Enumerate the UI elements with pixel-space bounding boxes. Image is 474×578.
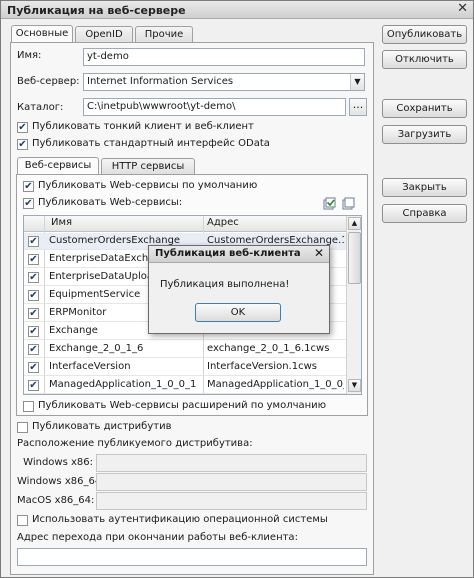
row-checkbox[interactable]: ✔ [28,254,39,265]
catalog-field[interactable]: C:\inetpub\wwwroot\yt-demo\ [83,98,346,116]
publish-ws-checkbox[interactable]: ✔ [23,198,34,209]
publish-button[interactable]: Опубликовать [382,25,467,44]
server-select[interactable]: Internet Information Services ▼ [83,73,365,91]
row-address: exchange_2_0_1_6.1cws [207,343,330,354]
win86-field[interactable] [96,454,367,472]
mac-field[interactable] [96,492,367,510]
chevron-down-icon[interactable]: ▼ [350,74,364,90]
name-field[interactable]: yt-demo [83,48,365,66]
row-checkbox[interactable]: ✔ [28,308,39,319]
default-ws-label: Публиковать Web-сервисы по умолчанию [38,180,258,191]
scroll-up-icon[interactable]: ▲ [348,217,361,230]
table-row[interactable]: ✔ Exchange_2_0_1_6 exchange_2_0_1_6.1cws [24,341,346,358]
publish-distrib-checkbox[interactable] [17,422,28,433]
dialog-close-icon[interactable]: ✕ [314,246,324,260]
tab-web-services[interactable]: Веб-сервисы [17,157,99,175]
tab-main[interactable]: Основные [11,25,73,43]
row-checkbox[interactable]: ✔ [28,362,39,373]
column-name-header[interactable]: Имя [51,217,72,228]
thin-client-checkbox[interactable]: ✔ [17,122,28,133]
window-title: Публикация на веб-сервере [7,4,186,17]
publish-distrib-label: Публиковать дистрибутив [32,421,172,432]
publish-window: Публикация на веб-сервере ✕ Основные Ope… [0,0,474,578]
extensions-ws-checkbox[interactable] [23,401,34,412]
close-icon[interactable]: ✕ [457,1,468,16]
publish-complete-dialog: Публикация веб-клиента ✕ Публикация выпо… [148,245,330,334]
scroll-thumb[interactable] [348,232,361,284]
exit-url-label: Адрес перехода при окончании работы веб-… [17,532,298,543]
mac-label: MacOS x86_64: [17,495,95,506]
tab-other[interactable]: Прочие [135,26,193,43]
check-all-icon[interactable] [323,197,336,210]
server-label: Веб-сервер: [17,76,80,87]
save-button[interactable]: Сохранить [382,99,467,118]
dialog-message: Публикация выполнена! [160,279,290,290]
browse-button[interactable]: ... [349,98,367,116]
exit-url-field[interactable] [17,548,367,566]
dialog-title: Публикация веб-клиента [155,248,301,259]
catalog-label: Каталог: [17,102,64,113]
win64-label: Windows x86_64: [17,476,105,487]
row-checkbox[interactable]: ✔ [28,272,39,283]
tab-http-services[interactable]: HTTP сервисы [101,158,195,175]
row-checkbox[interactable]: ✔ [28,344,39,355]
table-row[interactable]: ✔ ManagedApplication_1_0_0_1 ManagedAppl… [24,377,346,394]
thin-client-label: Публиковать тонкий клиент и веб-клиент [32,121,254,132]
win64-field[interactable] [96,473,367,491]
os-auth-label: Использовать аутентификацию операционной… [32,514,328,525]
help-button[interactable]: Справка [382,204,467,223]
vertical-scrollbar[interactable]: ▲ ▼ [346,216,361,394]
tab-openid[interactable]: OpenID [75,26,133,43]
scroll-down-icon[interactable]: ▼ [348,379,361,392]
row-checkbox[interactable]: ✔ [28,326,39,337]
row-name: Exchange_2_0_1_6 [49,343,144,354]
close-button[interactable]: Закрыть [382,178,467,197]
os-auth-checkbox[interactable] [17,515,28,526]
server-value: Internet Information Services [87,76,234,87]
publish-ws-label: Публиковать Web-сервисы: [38,197,183,208]
uncheck-all-icon[interactable] [342,197,355,210]
column-address-header[interactable]: Адрес [207,217,239,228]
row-name: InterfaceVersion [49,361,131,372]
title-bar: Публикация на веб-сервере ✕ [1,1,473,19]
dialog-title-bar: Публикация веб-клиента ✕ [149,246,329,263]
table-row[interactable]: ✔ InterfaceVersion InterfaceVersion.1cws [24,359,346,376]
odata-checkbox[interactable]: ✔ [17,139,28,150]
row-checkbox[interactable]: ✔ [28,380,39,391]
distrib-location-label: Расположение публикуемого дистрибутива: [17,438,253,449]
load-button[interactable]: Загрузить [382,125,467,144]
default-ws-checkbox[interactable]: ✔ [23,181,34,192]
table-header: Имя Адрес [24,216,346,232]
row-address: ManagedApplication_1_0_0_ [207,379,344,390]
row-address: InterfaceVersion.1cws [207,361,317,372]
row-checkbox[interactable]: ✔ [28,290,39,301]
win86-label: Windows x86: [23,457,93,468]
unpublish-button[interactable]: Отключить [382,50,467,69]
name-label: Имя: [17,50,42,61]
extensions-ws-label: Публиковать Web-сервисы расширений по ум… [38,400,327,411]
ok-button[interactable]: OK [195,303,281,322]
odata-label: Публиковать стандартный интерфейс OData [32,138,270,149]
row-checkbox[interactable]: ✔ [28,236,39,247]
row-name: ManagedApplication_1_0_0_1 [49,379,197,390]
